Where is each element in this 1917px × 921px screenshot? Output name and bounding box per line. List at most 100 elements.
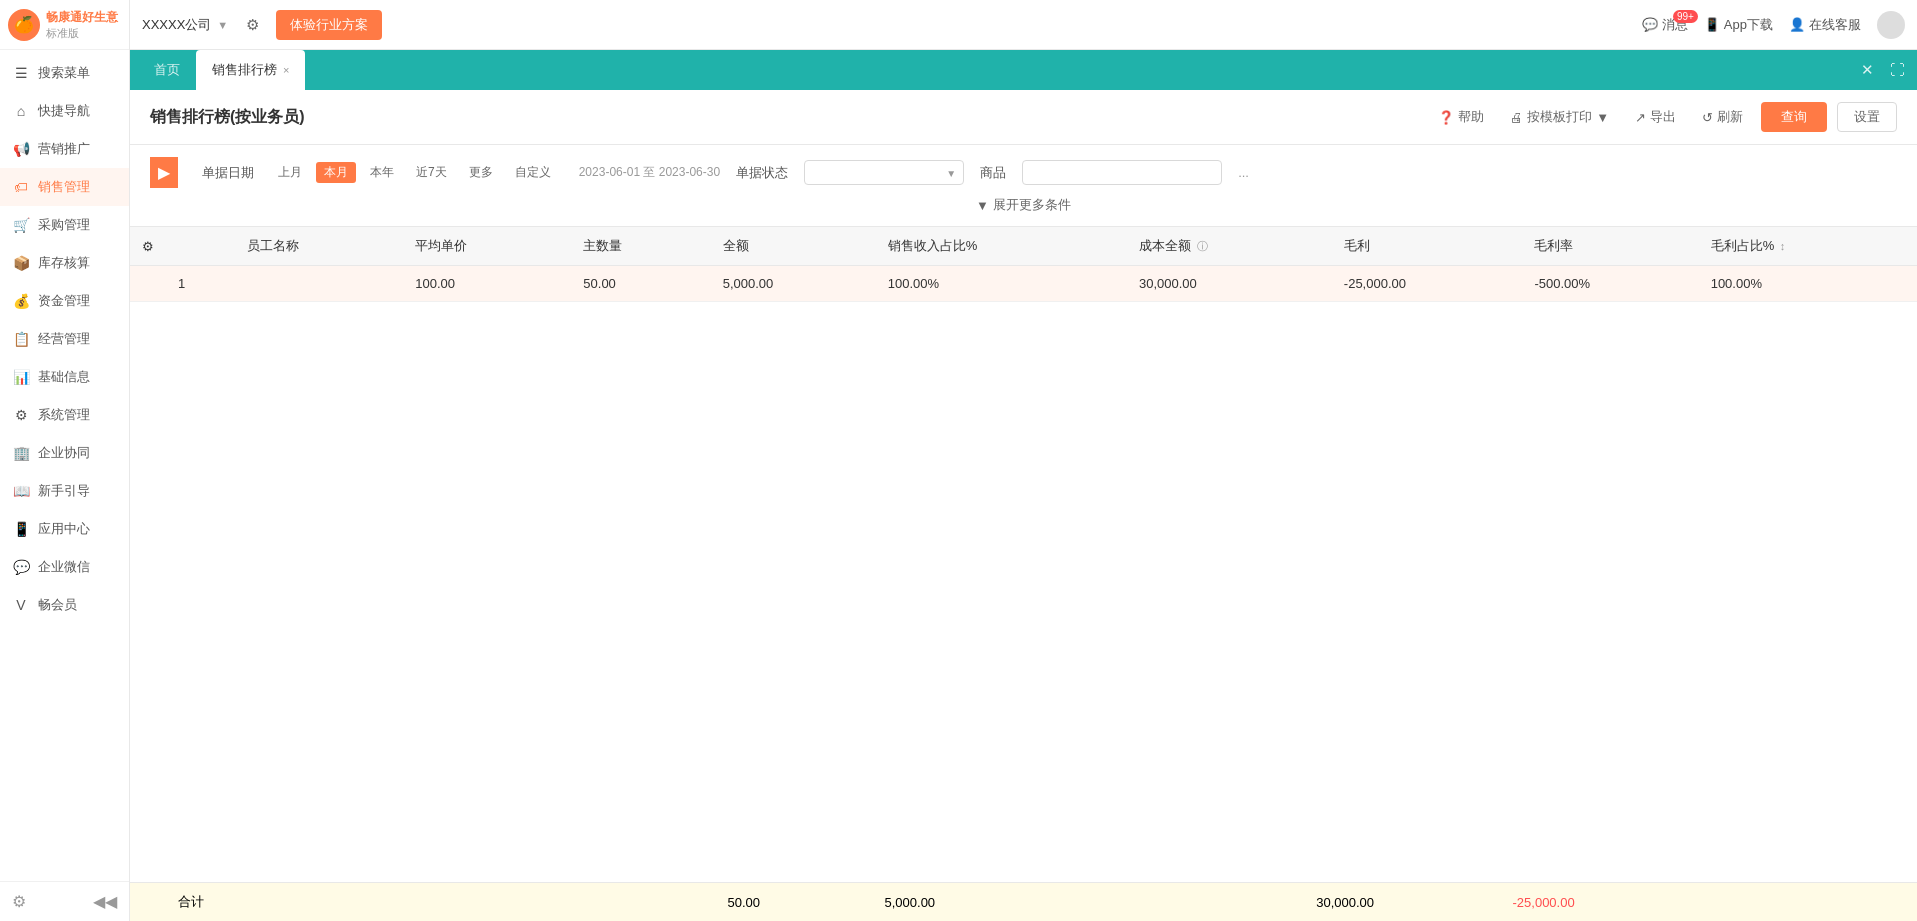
sidebar-icon-search: ☰ [12, 65, 30, 81]
sidebar-item-sales[interactable]: 🏷 销售管理 [0, 168, 129, 206]
date-tab-7days[interactable]: 近7天 [408, 162, 455, 183]
sidebar-item-operations[interactable]: 📋 经营管理 [0, 320, 129, 358]
export-button[interactable]: ↗ 导出 [1627, 104, 1684, 130]
sidebar-icon-apps: 📱 [12, 521, 30, 537]
sidebar-label-sales: 销售管理 [38, 178, 90, 196]
refresh-button[interactable]: ↺ 刷新 [1694, 104, 1751, 130]
tab-close-window-icon[interactable]: ✕ [1857, 57, 1878, 83]
print-button[interactable]: 🖨 按模板打印 ▼ [1502, 104, 1617, 130]
sidebar-item-apps[interactable]: 📱 应用中心 [0, 510, 129, 548]
row-gross-ratio: 100.00% [1699, 266, 1917, 302]
date-tab-current-month[interactable]: 本月 [316, 162, 356, 183]
tab-fullscreen-icon[interactable]: ⛶ [1886, 57, 1909, 83]
filter-expand-area: ▼ 展开更多条件 [150, 188, 1897, 214]
sidebar-label-search: 搜索菜单 [38, 64, 90, 82]
settings-button[interactable]: 设置 [1837, 102, 1897, 132]
message-button[interactable]: 💬 消息 99+ [1642, 16, 1688, 34]
service-icon: 👤 [1789, 17, 1805, 32]
message-badge: 99+ [1673, 10, 1698, 23]
sidebar-item-inventory[interactable]: 📦 库存核算 [0, 244, 129, 282]
topbar-settings-btn[interactable]: ⚙ [238, 11, 266, 39]
expand-more-btn[interactable]: ▼ 展开更多条件 [976, 196, 1071, 214]
export-icon: ↗ [1635, 110, 1646, 125]
logo-icon: 🍊 [8, 9, 40, 41]
sidebar-icon-marketing: 📢 [12, 141, 30, 157]
sidebar-label-apps: 应用中心 [38, 520, 90, 538]
date-tab-prev-month[interactable]: 上月 [270, 162, 310, 183]
footer-gross-rate [1709, 893, 1905, 911]
company-name: XXXXX公司 [142, 16, 211, 34]
sidebar-item-search[interactable]: ☰ 搜索菜单 [0, 54, 129, 92]
more-filters-btn[interactable]: ... [1238, 165, 1249, 180]
content-wrapper: 销售排行榜(按业务员) ❓ 帮助 🖨 按模板打印 ▼ ↗ 导出 ↺ 刷新 [130, 90, 1917, 921]
sidebar-icon-operations: 📋 [12, 331, 30, 347]
help-icon: ❓ [1438, 110, 1454, 125]
tab-sales-ranking[interactable]: 销售排行榜 × [196, 50, 305, 90]
sidebar-icon-system: ⚙ [12, 407, 30, 423]
sidebar-label-marketing: 营销推广 [38, 140, 90, 158]
footer-row: 合计 50.00 5,000.00 30,000.00 -25,000.00 [142, 893, 1905, 911]
sidebar-label-basic: 基础信息 [38, 368, 90, 386]
filter-row: ▶ 单据日期 上月 本月 本年 近7天 更多 自定义 2023-06-01 至 … [150, 157, 1897, 188]
sidebar-icon-shortcut: ⌂ [12, 103, 30, 119]
sidebar-item-guide[interactable]: 📖 新手引导 [0, 472, 129, 510]
col-gross-rate: 毛利率 [1522, 227, 1698, 266]
filter-collapse-btn[interactable]: ▶ [150, 157, 178, 188]
date-range-group: 上月 本月 本年 近7天 更多 自定义 [270, 162, 559, 183]
date-tab-year[interactable]: 本年 [362, 162, 402, 183]
tab-home[interactable]: 首页 [138, 50, 196, 90]
date-tab-custom[interactable]: 自定义 [507, 162, 559, 183]
status-select[interactable] [804, 160, 964, 185]
app-download-button[interactable]: 📱 App下载 [1704, 16, 1773, 34]
print-icon: 🖨 [1510, 110, 1523, 125]
sidebar-item-wechat[interactable]: 💬 企业微信 [0, 548, 129, 586]
sidebar-label-purchase: 采购管理 [38, 216, 90, 234]
sidebar-item-purchase[interactable]: 🛒 采购管理 [0, 206, 129, 244]
logo-area: 🍊 畅康通好生意 标准版 [0, 0, 129, 50]
sidebar-item-system[interactable]: ⚙ 系统管理 [0, 396, 129, 434]
online-service-button[interactable]: 👤 在线客服 [1789, 16, 1861, 34]
row-gross-rate: -500.00% [1522, 266, 1698, 302]
row-sales-ratio: 100.00% [876, 266, 1127, 302]
table-row: 1 100.00 50.00 5,000.00 100.00% 30,000.0… [130, 266, 1917, 302]
sidebar-collapse-icon[interactable]: ◀◀ [93, 892, 117, 911]
col-rank [166, 227, 235, 266]
industry-button[interactable]: 体验行业方案 [276, 10, 382, 40]
company-selector[interactable]: XXXXX公司 ▼ [142, 16, 228, 34]
print-caret: ▼ [1596, 110, 1609, 125]
col-amount: 全额 [711, 227, 876, 266]
sidebar-icon-member: V [12, 597, 30, 613]
help-button[interactable]: ❓ 帮助 [1430, 104, 1492, 130]
sidebar: 🍊 畅康通好生意 标准版 ☰ 搜索菜单 ⌂ 快捷导航 📢 营销推广 🏷 销售管理… [0, 0, 130, 921]
sidebar-label-guide: 新手引导 [38, 482, 90, 500]
company-caret: ▼ [217, 19, 228, 31]
phone-icon: 📱 [1704, 17, 1720, 32]
sidebar-settings-icon[interactable]: ⚙ [12, 892, 26, 911]
col-quantity: 主数量 [571, 227, 710, 266]
cost-info-icon[interactable]: ⓘ [1197, 240, 1208, 252]
sidebar-item-shortcut[interactable]: ⌂ 快捷导航 [0, 92, 129, 130]
footer-label: 合计 [178, 893, 296, 911]
row-cost: 30,000.00 [1127, 266, 1332, 302]
col-avg-price: 平均单价 [403, 227, 571, 266]
tab-close-icon[interactable]: × [283, 64, 289, 76]
header-actions: ❓ 帮助 🖨 按模板打印 ▼ ↗ 导出 ↺ 刷新 查询 设置 [1430, 102, 1897, 132]
sidebar-label-enterprise: 企业协同 [38, 444, 90, 462]
query-button[interactable]: 查询 [1761, 102, 1827, 132]
sidebar-icon-wechat: 💬 [12, 559, 30, 575]
sidebar-item-enterprise[interactable]: 🏢 企业协同 [0, 434, 129, 472]
sidebar-item-member[interactable]: V 畅会员 [0, 586, 129, 624]
gross-ratio-info-icon[interactable]: ↕ [1780, 240, 1786, 252]
user-avatar[interactable] [1877, 11, 1905, 39]
expand-icon: ▼ [976, 198, 989, 213]
topbar: XXXXX公司 ▼ ⚙ 体验行业方案 💬 消息 99+ 📱 App下载 👤 在线… [130, 0, 1917, 50]
logo-text: 畅康通好生意 标准版 [46, 9, 118, 41]
goods-input[interactable] [1022, 160, 1222, 185]
date-tab-more[interactable]: 更多 [461, 162, 501, 183]
footer-cost: 30,000.00 [1316, 893, 1512, 911]
sidebar-item-basic[interactable]: 📊 基础信息 [0, 358, 129, 396]
filter-area: ▶ 单据日期 上月 本月 本年 近7天 更多 自定义 2023-06-01 至 … [130, 145, 1917, 227]
sidebar-item-finance[interactable]: 💰 资金管理 [0, 282, 129, 320]
footer-quantity: 50.00 [728, 893, 885, 911]
sidebar-item-marketing[interactable]: 📢 营销推广 [0, 130, 129, 168]
